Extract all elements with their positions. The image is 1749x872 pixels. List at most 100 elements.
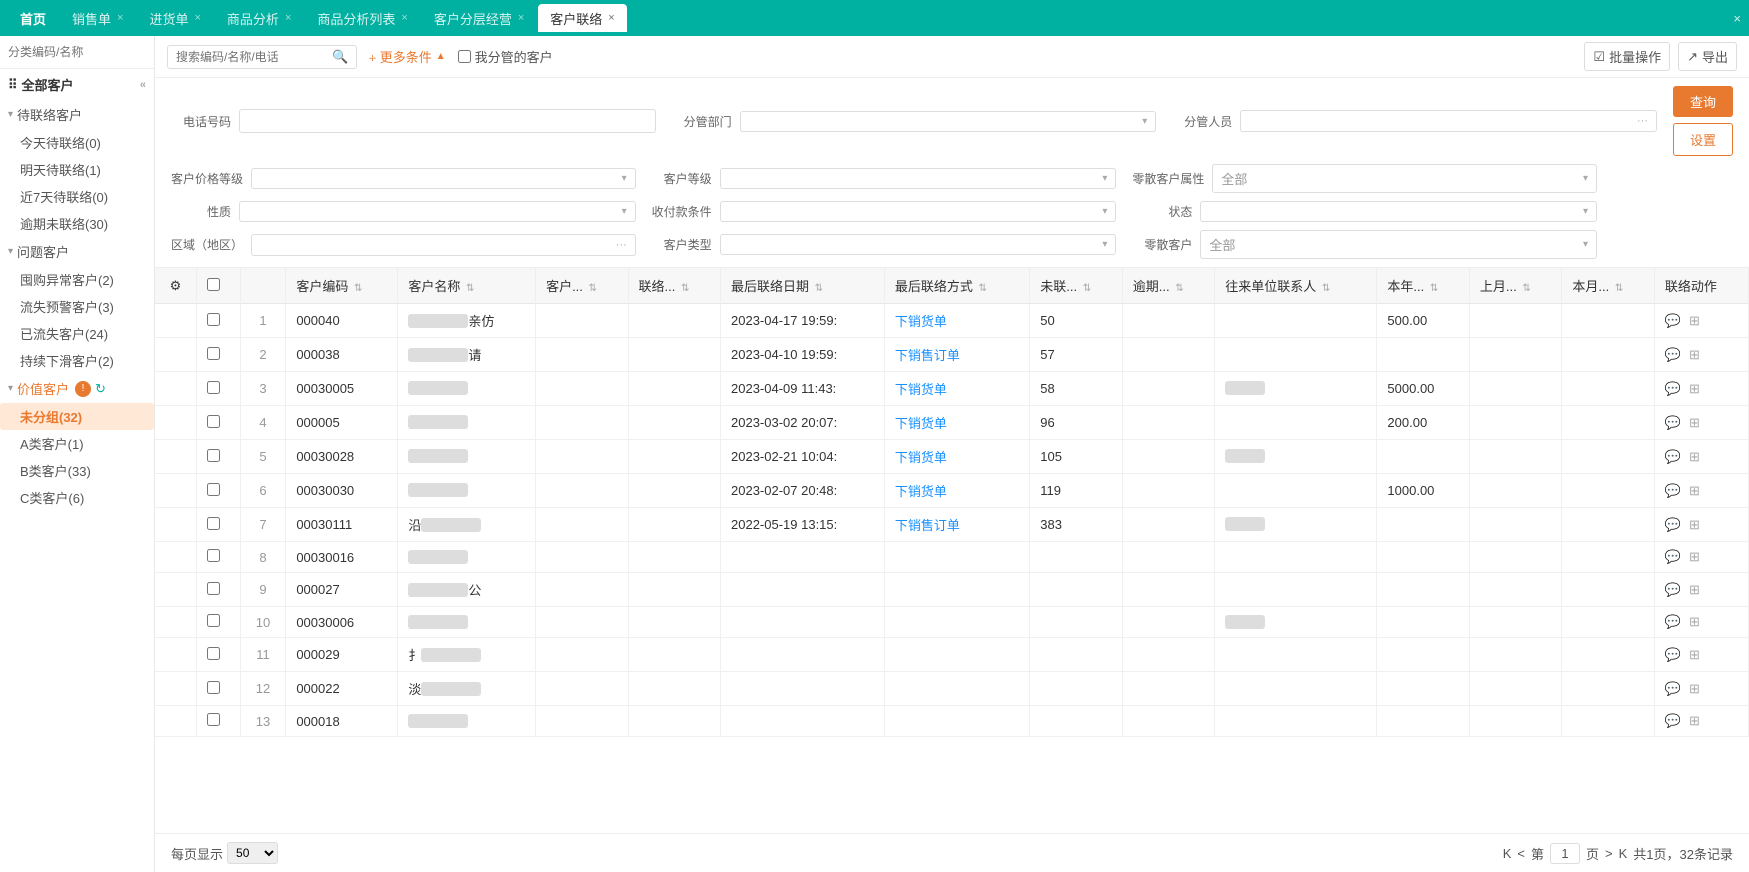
chat-icon[interactable]: 💬 <box>1665 647 1681 663</box>
chat-icon[interactable]: 💬 <box>1665 517 1681 533</box>
row-settings[interactable] <box>155 474 196 508</box>
grid-action-icon[interactable]: ⊞ <box>1689 647 1700 663</box>
sidebar-item-tomorrow[interactable]: 明天待联络(1) <box>0 156 154 183</box>
tab-analysis[interactable]: 商品分析 × <box>215 4 303 32</box>
chat-icon[interactable]: 💬 <box>1665 313 1681 329</box>
close-window[interactable]: × <box>1733 11 1741 26</box>
refresh-icon[interactable]: ↻ <box>95 381 106 397</box>
chat-icon[interactable]: 💬 <box>1665 681 1681 697</box>
close-icon[interactable]: × <box>401 12 407 24</box>
contact-person-column-header[interactable]: 往来单位联系人 ⇅ <box>1215 268 1377 304</box>
row-select-checkbox[interactable] <box>207 647 220 660</box>
row-select-checkbox[interactable] <box>207 582 220 595</box>
row-last-contact-method[interactable] <box>884 573 1029 607</box>
row-select-checkbox[interactable] <box>207 449 220 462</box>
person-select[interactable]: ··· <box>1240 110 1657 132</box>
chat-icon[interactable]: 💬 <box>1665 449 1681 465</box>
query-button[interactable]: 查询 <box>1673 86 1733 117</box>
sidebar-item-churn-warning[interactable]: 流失预警客户(3) <box>0 293 154 320</box>
reset-button[interactable]: 设置 <box>1673 123 1733 156</box>
tab-analysis-list[interactable]: 商品分析列表 × <box>305 4 419 32</box>
search-icon[interactable]: 🔍 <box>332 49 348 65</box>
grid-action-icon[interactable]: ⊞ <box>1689 614 1700 630</box>
close-icon[interactable]: × <box>117 12 123 24</box>
sidebar-item-7days[interactable]: 近7天待联络(0) <box>0 183 154 210</box>
row-last-contact-method[interactable] <box>884 638 1029 672</box>
sidebar-item-class-a[interactable]: A类客户(1) <box>0 430 154 457</box>
grid-action-icon[interactable]: ⊞ <box>1689 313 1700 329</box>
dept-select[interactable]: ▾ <box>740 111 1157 132</box>
row-settings[interactable] <box>155 706 196 737</box>
row-select-checkbox[interactable] <box>207 517 220 530</box>
row-settings[interactable] <box>155 406 196 440</box>
sidebar-item-overdue[interactable]: 逾期未联络(30) <box>0 210 154 237</box>
row-settings[interactable] <box>155 573 196 607</box>
row-select-checkbox[interactable] <box>207 549 220 562</box>
tab-sales[interactable]: 销售单 × <box>60 4 135 32</box>
retail-customer-select[interactable]: 全部 ▾ <box>1200 230 1597 259</box>
name-column-header[interactable]: 客户名称 ⇅ <box>398 268 536 304</box>
row-last-contact-method[interactable] <box>884 706 1029 737</box>
row-last-contact-method[interactable]: 下销货单 <box>884 304 1029 338</box>
row-last-contact-method[interactable]: 下销货单 <box>884 440 1029 474</box>
chat-icon[interactable]: 💬 <box>1665 549 1681 565</box>
row-select-checkbox[interactable] <box>207 347 220 360</box>
row-select-checkbox[interactable] <box>207 381 220 394</box>
first-page-btn[interactable]: K <box>1503 846 1512 861</box>
phone-input[interactable] <box>239 109 656 133</box>
sidebar-item-ungroups[interactable]: 未分组(32) <box>0 403 154 430</box>
sidebar-item-declining[interactable]: 持续下滑客户(2) <box>0 347 154 374</box>
sidebar-item-today[interactable]: 今天待联络(0) <box>0 129 154 156</box>
row-last-contact-method[interactable] <box>884 672 1029 706</box>
sidebar-collapse-icon[interactable]: « <box>140 79 146 91</box>
last-page-btn[interactable]: K <box>1619 846 1628 861</box>
chat-icon[interactable]: 💬 <box>1665 381 1681 397</box>
sidebar-item-churned[interactable]: 已流失客户(24) <box>0 320 154 347</box>
sidebar-group-value[interactable]: ▾ 价值客户 ! ↻ <box>0 374 154 403</box>
sidebar-item-abnormal[interactable]: 囤购异常客户(2) <box>0 266 154 293</box>
row-last-contact-method[interactable]: 下销货单 <box>884 474 1029 508</box>
grid-action-icon[interactable]: ⊞ <box>1689 582 1700 598</box>
customer-type-column-header[interactable]: 客户... ⇅ <box>536 268 628 304</box>
overdue-column-header[interactable]: 逾期... ⇅ <box>1122 268 1214 304</box>
close-icon[interactable]: × <box>285 12 291 24</box>
row-last-contact-method[interactable] <box>884 607 1029 638</box>
my-customers-checkbox[interactable] <box>458 50 471 63</box>
grid-action-icon[interactable]: ⊞ <box>1689 713 1700 729</box>
sidebar-all-customers[interactable]: ⠿ 全部客户 « <box>0 69 154 100</box>
next-page-btn[interactable]: > <box>1605 846 1613 861</box>
export-btn[interactable]: ↗ 导出 <box>1678 42 1737 71</box>
sidebar-search-input[interactable] <box>8 45 155 59</box>
sidebar-item-class-b[interactable]: B类客户(33) <box>0 457 154 484</box>
row-settings[interactable] <box>155 304 196 338</box>
chat-icon[interactable]: 💬 <box>1665 614 1681 630</box>
code-column-header[interactable]: 客户编码 ⇅ <box>286 268 398 304</box>
row-select-checkbox[interactable] <box>207 614 220 627</box>
row-last-contact-method[interactable] <box>884 542 1029 573</box>
row-select-checkbox[interactable] <box>207 681 220 694</box>
customer-level-select[interactable]: ▾ <box>720 168 1117 189</box>
row-settings[interactable] <box>155 638 196 672</box>
current-page[interactable]: 1 <box>1550 843 1580 864</box>
row-select-checkbox[interactable] <box>207 483 220 496</box>
area-select[interactable]: ··· <box>251 234 636 256</box>
this-month-column-header[interactable]: 本月... ⇅ <box>1562 268 1654 304</box>
tab-home[interactable]: 首页 <box>8 4 58 32</box>
chat-icon[interactable]: 💬 <box>1665 582 1681 598</box>
chat-icon[interactable]: 💬 <box>1665 713 1681 729</box>
row-last-contact-method[interactable]: 下销货单 <box>884 406 1029 440</box>
grid-action-icon[interactable]: ⊞ <box>1689 381 1700 397</box>
row-select-checkbox[interactable] <box>207 415 220 428</box>
last-month-column-header[interactable]: 上月... ⇅ <box>1469 268 1561 304</box>
prev-page-btn[interactable]: < <box>1517 846 1525 861</box>
per-page-select[interactable]: 50 100 200 <box>227 842 278 864</box>
tab-customer-mgmt[interactable]: 客户分层经营 × <box>422 4 536 32</box>
row-last-contact-method[interactable]: 下销售订单 <box>884 338 1029 372</box>
grid-action-icon[interactable]: ⊞ <box>1689 415 1700 431</box>
batch-operation-btn[interactable]: ☑ 批量操作 <box>1584 42 1670 71</box>
row-last-contact-method[interactable]: 下销售订单 <box>884 508 1029 542</box>
last-contact-date-column-header[interactable]: 最后联络日期 ⇅ <box>721 268 885 304</box>
row-settings[interactable] <box>155 338 196 372</box>
tab-purchase[interactable]: 进货单 × <box>137 4 212 32</box>
row-settings[interactable] <box>155 672 196 706</box>
